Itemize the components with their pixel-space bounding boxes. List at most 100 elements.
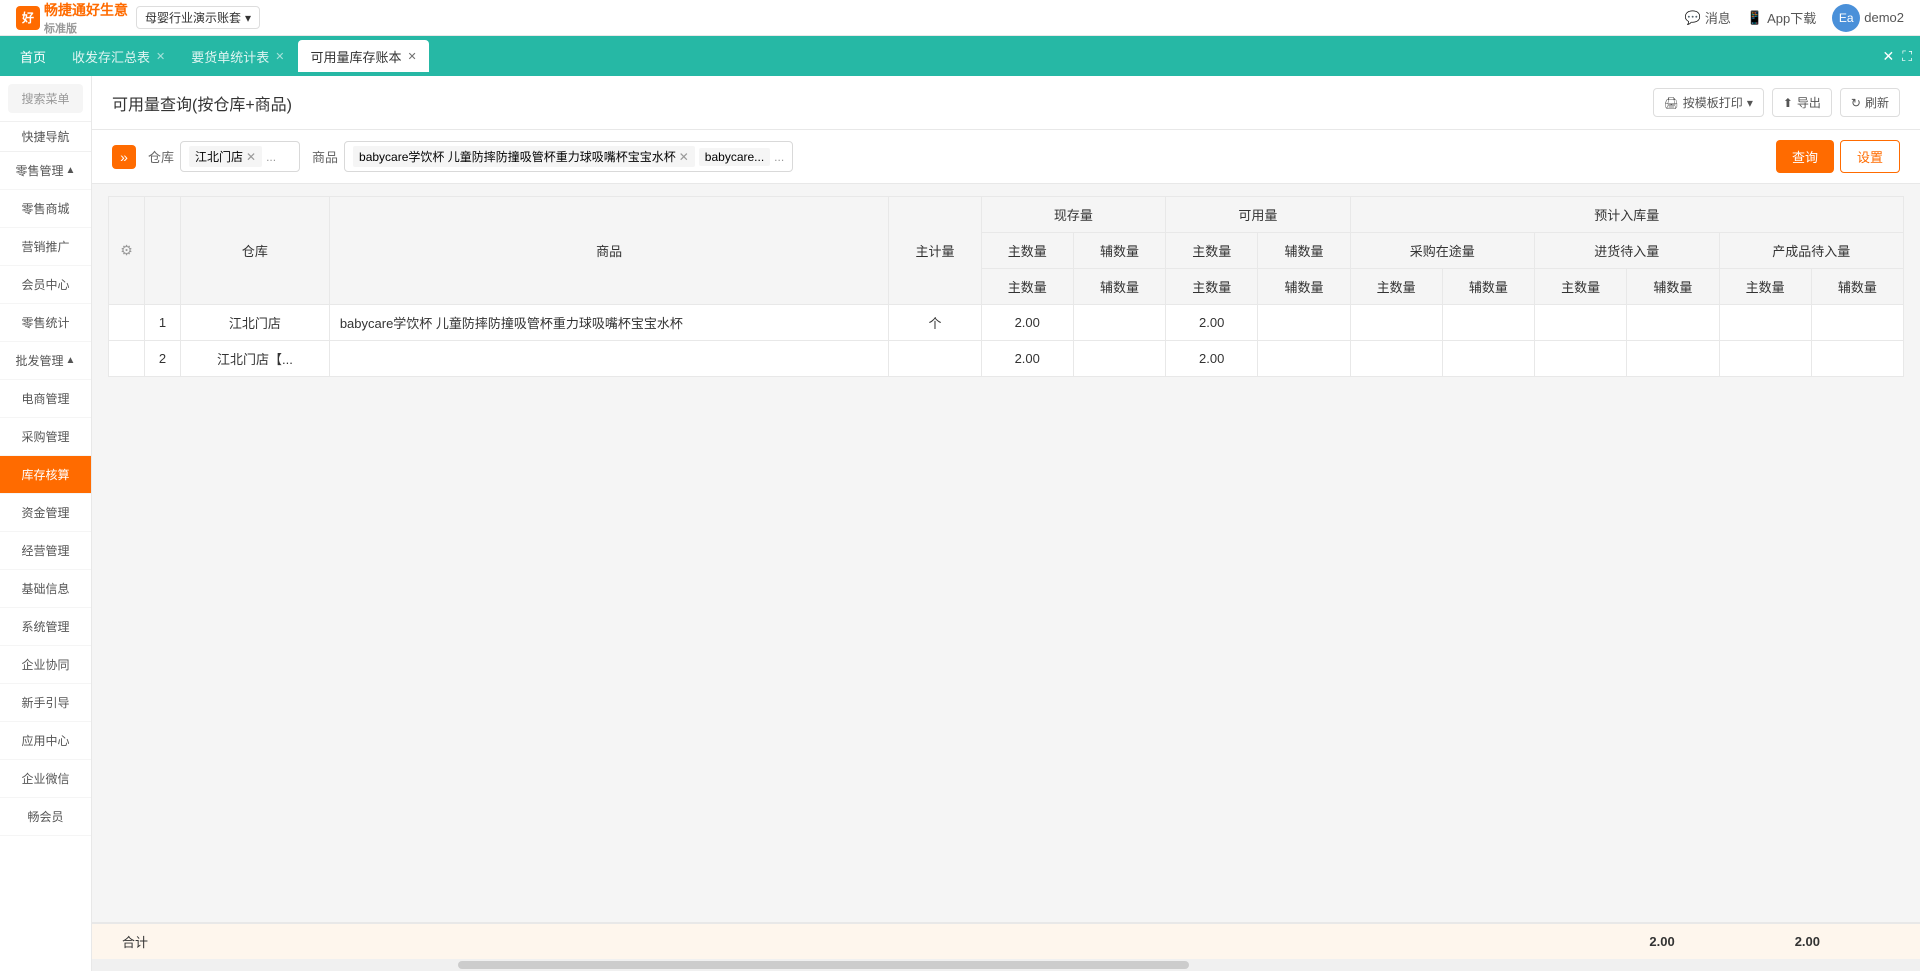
tab-order-stats[interactable]: 要货单统计表 ✕ (179, 40, 296, 72)
expand-icon[interactable]: ⛶ (1902, 48, 1912, 65)
row2-warehouse: 江北门店【... (181, 341, 330, 377)
app-download-button[interactable]: 📱 App下载 (1747, 8, 1816, 27)
product-filter: 商品 babycare学饮杯 儿童防摔防撞吸管杯重力球吸嘴杯宝宝水杯 ✕ bab… (312, 141, 793, 172)
warehouse-input[interactable]: 江北门店 ✕ ... (180, 141, 300, 172)
row1-product: babycare学饮杯 儿童防摔防撞吸管杯重力球吸嘴杯宝宝水杯 (329, 305, 889, 341)
sidebar: 搜索菜单 快捷导航 零售管理 ▲ 零售商城 营销推广 会员中心 零售统计 批发管… (0, 76, 92, 971)
th-stock-group: 现存量 (981, 197, 1165, 233)
sidebar-item-purchase[interactable]: 采购管理 (0, 418, 91, 456)
chevron-down-icon: ▾ (1747, 96, 1753, 110)
user-profile[interactable]: Ea demo2 (1832, 4, 1904, 32)
row1-settings (109, 305, 145, 341)
table-area: ⚙ 仓库 商品 主计量 现存量 可用量 预计入库量 主数量 辅数量 主数量 (92, 184, 1920, 922)
sidebar-item-new-guide[interactable]: 新手引导 (0, 684, 91, 722)
industry-select[interactable]: 母婴行业演示账套 ▾ (136, 6, 260, 29)
content-area: 可用量查询(按仓库+商品) 🖨 按模板打印 ▾ ⬆ 导出 ↻ 刷新 » (92, 76, 1920, 971)
settings-button[interactable]: 设置 (1840, 140, 1900, 173)
th-stock-main-2: 主数量 (981, 269, 1073, 305)
th-available-group: 可用量 (1166, 197, 1350, 233)
th-stock-aux-2: 辅数量 (1073, 269, 1165, 305)
row2-production-main (1719, 341, 1811, 377)
tab-home[interactable]: 首页 (8, 40, 58, 72)
messages-button[interactable]: 💬 消息 (1685, 8, 1731, 27)
sidebar-item-enterprise-wechat[interactable]: 企业微信 (0, 760, 91, 798)
close-icon[interactable]: ✕ (408, 50, 417, 63)
export-button[interactable]: ⬆ 导出 (1772, 88, 1832, 117)
export-icon: ⬆ (1783, 96, 1793, 110)
row2-purchase-aux (1442, 341, 1534, 377)
summary-label: 合计 (112, 932, 148, 951)
sidebar-item-ecommerce[interactable]: 电商管理 (0, 380, 91, 418)
print-button[interactable]: 🖨 按模板打印 ▾ (1653, 88, 1764, 117)
search-menu-button[interactable]: 搜索菜单 (8, 84, 83, 113)
row1-available-aux (1258, 305, 1350, 341)
sidebar-item-retail-management[interactable]: 零售管理 ▲ (0, 152, 91, 190)
table-row: 1 江北门店 babycare学饮杯 儿童防摔防撞吸管杯重力球吸嘴杯宝宝水杯 个… (109, 305, 1904, 341)
sidebar-item-member[interactable]: 畅会员 (0, 798, 91, 836)
sidebar-item-enterprise-collab[interactable]: 企业协同 (0, 646, 91, 684)
sidebar-search: 搜索菜单 (0, 76, 91, 122)
sidebar-item-basic-info[interactable]: 基础信息 (0, 570, 91, 608)
summary-values: 2.00 2.00 (1649, 934, 1820, 949)
th-stock-aux: 辅数量 (1073, 233, 1165, 269)
th-available-main: 主数量 (1166, 233, 1258, 269)
expand-button[interactable]: » (112, 145, 136, 169)
sidebar-quick-nav[interactable]: 快捷导航 (0, 122, 91, 152)
sidebar-item-membership[interactable]: 会员中心 (0, 266, 91, 304)
row1-stock-main: 2.00 (981, 305, 1073, 341)
row1-index: 1 (145, 305, 181, 341)
remove-warehouse-icon[interactable]: ✕ (246, 150, 256, 164)
th-purchase-in-transit: 采购在途量 (1350, 233, 1534, 269)
gear-icon[interactable]: ⚙ (120, 242, 133, 258)
row1-production-aux (1811, 305, 1903, 341)
chevron-down-icon: ▾ (245, 11, 251, 25)
close-icon[interactable]: ✕ (275, 50, 284, 63)
row2-stock-main: 2.00 (981, 341, 1073, 377)
avatar: Ea (1832, 4, 1860, 32)
message-icon: 💬 (1685, 10, 1701, 26)
th-index (145, 197, 181, 305)
chevron-icon: ▲ (66, 165, 76, 176)
summary-available-main: 2.00 (1795, 934, 1820, 949)
sidebar-item-wholesale[interactable]: 批发管理 ▲ (0, 342, 91, 380)
logo-icon: 好 (16, 6, 40, 30)
download-icon: 📱 (1747, 10, 1763, 26)
th-product: 商品 (329, 197, 889, 305)
sidebar-item-operations[interactable]: 经营管理 (0, 532, 91, 570)
th-forecast-group: 预计入库量 (1350, 197, 1903, 233)
sidebar-item-finance[interactable]: 资金管理 (0, 494, 91, 532)
th-warehouse: 仓库 (181, 197, 330, 305)
remove-product-icon[interactable]: ✕ (679, 150, 689, 164)
scrollbar-thumb[interactable] (458, 961, 1189, 969)
sidebar-item-marketing[interactable]: 营销推广 (0, 228, 91, 266)
th-incoming-main: 主数量 (1535, 269, 1627, 305)
refresh-button[interactable]: ↻ 刷新 (1840, 88, 1900, 117)
sidebar-item-inventory[interactable]: 库存核算 (0, 456, 91, 494)
filter-bar: » 仓库 江北门店 ✕ ... 商品 babycare学饮杯 儿童防摔防撞吸管杯… (92, 130, 1920, 184)
top-bar-left: 好 畅捷通好生意 标准版 母婴行业演示账套 ▾ (16, 0, 260, 36)
chevron-icon: ▲ (66, 355, 76, 366)
nav-tabs: 首页 收发存汇总表 ✕ 要货单统计表 ✕ 可用量库存账本 ✕ ✕ ⛶ (0, 36, 1920, 76)
page-actions: 🖨 按模板打印 ▾ ⬆ 导出 ↻ 刷新 (1653, 88, 1900, 117)
close-icon[interactable]: ✕ (156, 50, 165, 63)
sidebar-item-app-center[interactable]: 应用中心 (0, 722, 91, 760)
logo-text: 畅捷通好生意 标准版 (44, 0, 128, 36)
close-tab-icon[interactable]: ✕ (1882, 48, 1894, 65)
product-input[interactable]: babycare学饮杯 儿童防摔防撞吸管杯重力球吸嘴杯宝宝水杯 ✕ babyca… (344, 141, 793, 172)
filter-actions: 查询 设置 (1776, 140, 1900, 173)
horizontal-scrollbar[interactable] (92, 959, 1920, 971)
th-incoming-aux: 辅数量 (1627, 269, 1719, 305)
th-settings[interactable]: ⚙ (109, 197, 145, 305)
query-button[interactable]: 查询 (1776, 140, 1834, 173)
row2-settings (109, 341, 145, 377)
sidebar-item-system[interactable]: 系统管理 (0, 608, 91, 646)
main-layout: 搜索菜单 快捷导航 零售管理 ▲ 零售商城 营销推广 会员中心 零售统计 批发管… (0, 76, 1920, 971)
tab-receive-summary[interactable]: 收发存汇总表 ✕ (60, 40, 177, 72)
warehouse-filter: 仓库 江北门店 ✕ ... (148, 141, 300, 172)
th-stock-main: 主数量 (981, 233, 1073, 269)
sidebar-item-retail-mall[interactable]: 零售商城 (0, 190, 91, 228)
nav-tabs-controls: ✕ ⛶ (1882, 48, 1912, 65)
th-purchase-main: 主数量 (1350, 269, 1442, 305)
sidebar-item-retail-stats[interactable]: 零售统计 (0, 304, 91, 342)
tab-available-stock[interactable]: 可用量库存账本 ✕ (298, 40, 428, 72)
